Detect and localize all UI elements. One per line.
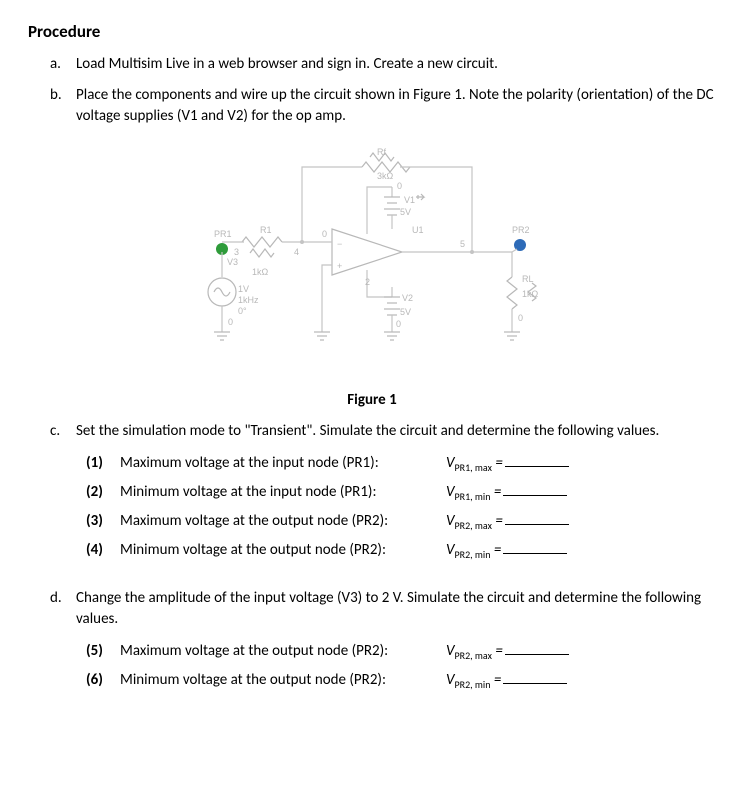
subitem-4: (4) Minimum voltage at the output node (…: [86, 539, 716, 562]
step-text: Load Multisim Live in a web browser and …: [76, 54, 716, 75]
step-marker: b.: [50, 85, 76, 127]
pr1-label: PR1: [214, 229, 232, 239]
subitem-number: (5): [86, 641, 120, 662]
rf-label: Rf: [377, 147, 386, 157]
step-d-items: (5) Maximum voltage at the output node (…: [28, 640, 716, 692]
v3-phase: 0°: [238, 306, 247, 316]
subitem-desc: Minimum voltage at the output node (PR2)…: [120, 540, 446, 561]
step-text: Change the amplitude of the input voltag…: [76, 588, 716, 630]
circuit-diagram: Rf 3kΩ V1 5V 0 − + U1 5 PR2: [172, 137, 572, 377]
section-heading: Procedure: [28, 20, 716, 44]
svg-text:+: +: [337, 261, 342, 271]
v1-label: V1: [404, 195, 415, 205]
subitem-5: (5) Maximum voltage at the output node (…: [86, 640, 716, 663]
pin0: 0: [322, 229, 327, 239]
figure-caption: Figure 1: [28, 390, 716, 411]
figure-1: Rf 3kΩ V1 5V 0 − + U1 5 PR2: [28, 137, 716, 384]
subitem-1: (1) Maximum voltage at the input node (P…: [86, 452, 716, 475]
subitem-desc: Minimum voltage at the output node (PR2)…: [120, 670, 446, 691]
subitem-3: (3) Maximum voltage at the output node (…: [86, 510, 716, 533]
subitem-desc: Maximum voltage at the input node (PR1):: [120, 453, 446, 474]
u1-label: U1: [412, 225, 424, 235]
pin0a: 0: [397, 181, 402, 191]
pr2-label: PR2: [512, 225, 530, 235]
blank-field: [503, 539, 567, 554]
step-c: c. Set the simulation mode to "Transient…: [28, 421, 716, 442]
rf-value: 3kΩ: [377, 171, 394, 181]
step-text: Set the simulation mode to "Transient". …: [76, 421, 716, 442]
blank-field: [503, 669, 567, 684]
r1-value: 1kΩ: [252, 267, 269, 277]
pin0b: 0: [396, 319, 401, 329]
subitem-desc: Maximum voltage at the output node (PR2)…: [120, 641, 446, 662]
blank-field: [505, 640, 569, 655]
step-a: a. Load Multisim Live in a web browser a…: [28, 54, 716, 75]
subitem-var: VPR2, min =: [446, 670, 501, 692]
subitem-var: VPR1, min =: [446, 482, 501, 504]
rl-label: RL: [522, 274, 534, 284]
pin0d: 0: [518, 313, 523, 323]
subitem-number: (1): [86, 453, 120, 474]
node4: 4: [294, 247, 299, 257]
blank-field: [503, 481, 567, 496]
step-marker: c.: [50, 421, 76, 442]
blank-field: [505, 452, 569, 467]
step-marker: a.: [50, 54, 76, 75]
step-c-items: (1) Maximum voltage at the input node (P…: [28, 452, 716, 562]
subitem-number: (6): [86, 670, 120, 691]
node5: 5: [460, 239, 465, 249]
node3: 3: [234, 247, 239, 257]
subitem-var: VPR1, max =: [446, 453, 503, 475]
v1-value: 5V: [400, 207, 411, 217]
v3-label: V3: [227, 257, 238, 267]
step-text: Place the components and wire up the cir…: [76, 85, 716, 127]
subitem-desc: Maximum voltage at the output node (PR2)…: [120, 511, 446, 532]
step-marker: d.: [50, 588, 76, 630]
subitem-desc: Minimum voltage at the input node (PR1):: [120, 482, 446, 503]
v3-freq: 1kHz: [238, 295, 259, 305]
step-d: d. Change the amplitude of the input vol…: [28, 588, 716, 630]
subitem-6: (6) Minimum voltage at the output node (…: [86, 669, 716, 692]
subitem-var: VPR2, min =: [446, 540, 501, 562]
pin2: 2: [365, 277, 370, 287]
subitem-2: (2) Minimum voltage at the input node (P…: [86, 481, 716, 504]
subitem-var: VPR2, max =: [446, 641, 503, 663]
pin0c: 0: [228, 317, 233, 327]
subitem-number: (4): [86, 540, 120, 561]
subitem-number: (3): [86, 511, 120, 532]
v2-value: 5V: [400, 307, 411, 317]
blank-field: [505, 510, 569, 525]
r1-label: R1: [260, 225, 272, 235]
svg-text:−: −: [337, 239, 342, 249]
step-b: b. Place the components and wire up the …: [28, 85, 716, 127]
subitem-number: (2): [86, 482, 120, 503]
v3-amp: 1V: [238, 284, 249, 294]
subitem-var: VPR2, max =: [446, 511, 503, 533]
v2-label: V2: [402, 293, 413, 303]
